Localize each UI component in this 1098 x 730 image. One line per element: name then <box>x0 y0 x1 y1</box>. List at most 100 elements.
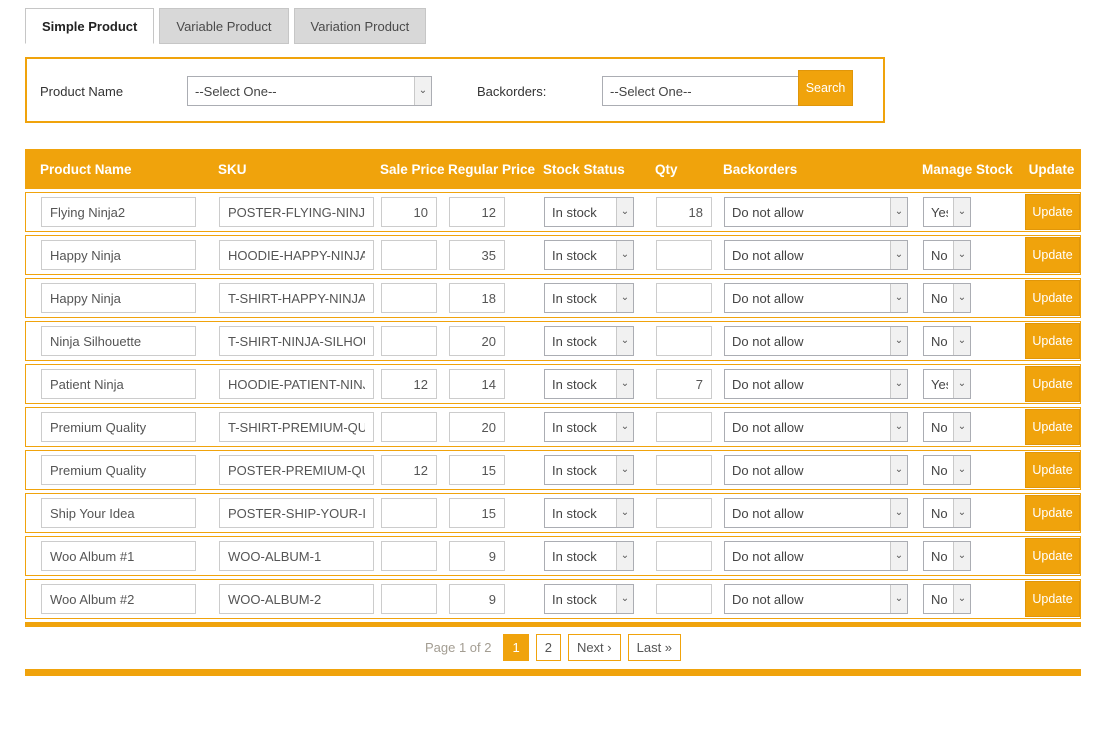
manage-stock-select[interactable]: Yes <box>923 197 971 227</box>
backorders-select[interactable]: Do not allow <box>724 498 908 528</box>
sale-price-input[interactable] <box>381 498 437 528</box>
product-name-input[interactable] <box>41 455 196 485</box>
qty-input[interactable] <box>656 455 712 485</box>
next-page-button[interactable]: Next › <box>567 634 621 661</box>
update-button[interactable]: Update <box>1025 495 1080 531</box>
sale-price-input[interactable] <box>381 283 437 313</box>
tab-variable-product[interactable]: Variable Product <box>159 8 289 44</box>
manage-stock-select[interactable]: No <box>923 541 971 571</box>
stock-status-select[interactable]: In stock <box>544 541 634 571</box>
sale-price-input[interactable] <box>381 197 437 227</box>
sale-price-input[interactable] <box>381 369 437 399</box>
product-name-input[interactable] <box>41 498 196 528</box>
update-button[interactable]: Update <box>1025 280 1080 316</box>
sku-input[interactable] <box>219 283 374 313</box>
update-button[interactable]: Update <box>1025 452 1080 488</box>
qty-input[interactable] <box>656 197 712 227</box>
product-name-input[interactable] <box>41 369 196 399</box>
search-button[interactable]: Search <box>798 70 853 106</box>
qty-input[interactable] <box>656 369 712 399</box>
qty-input[interactable] <box>656 240 712 270</box>
qty-input[interactable] <box>656 541 712 571</box>
sku-input[interactable] <box>219 455 374 485</box>
manage-stock-select[interactable]: No <box>923 326 971 356</box>
stock-status-select[interactable]: In stock <box>544 197 634 227</box>
qty-input[interactable] <box>656 283 712 313</box>
manage-stock-select[interactable]: No <box>923 240 971 270</box>
update-button[interactable]: Update <box>1025 538 1080 574</box>
sale-price-input[interactable] <box>381 455 437 485</box>
regular-price-input[interactable] <box>449 541 505 571</box>
tab-simple-product[interactable]: Simple Product <box>25 8 155 44</box>
update-button[interactable]: Update <box>1025 237 1080 273</box>
stock-status-select[interactable]: In stock <box>544 369 634 399</box>
sku-input[interactable] <box>219 240 374 270</box>
sale-price-input[interactable] <box>381 412 437 442</box>
sku-input[interactable] <box>219 326 374 356</box>
product-name-input[interactable] <box>41 541 196 571</box>
product-name-input[interactable] <box>41 412 196 442</box>
sku-input[interactable] <box>219 498 374 528</box>
sale-price-input[interactable] <box>381 541 437 571</box>
header-sku: SKU <box>218 161 247 177</box>
backorders-select[interactable]: Do not allow <box>724 240 908 270</box>
stock-status-select[interactable]: In stock <box>544 240 634 270</box>
sku-input[interactable] <box>219 369 374 399</box>
sale-price-input[interactable] <box>381 326 437 356</box>
sale-price-input[interactable] <box>381 240 437 270</box>
product-name-input[interactable] <box>41 283 196 313</box>
manage-stock-select[interactable]: No <box>923 584 971 614</box>
backorders-select[interactable]: Do not allow <box>724 584 908 614</box>
regular-price-input[interactable] <box>449 240 505 270</box>
backorders-select[interactable]: Do not allow <box>724 412 908 442</box>
stock-status-select[interactable]: In stock <box>544 326 634 356</box>
backorders-select[interactable]: Do not allow <box>724 326 908 356</box>
update-button[interactable]: Update <box>1025 323 1080 359</box>
regular-price-input[interactable] <box>449 455 505 485</box>
regular-price-input[interactable] <box>449 283 505 313</box>
regular-price-input[interactable] <box>449 197 505 227</box>
sku-input[interactable] <box>219 584 374 614</box>
backorders-select[interactable]: Do not allow <box>724 455 908 485</box>
qty-input[interactable] <box>656 498 712 528</box>
tab-variation-product[interactable]: Variation Product <box>293 8 427 44</box>
update-button[interactable]: Update <box>1025 409 1080 445</box>
regular-price-input[interactable] <box>449 412 505 442</box>
backorders-select[interactable]: Do not allow <box>724 541 908 571</box>
stock-status-select[interactable]: In stock <box>544 498 634 528</box>
sale-price-input[interactable] <box>381 584 437 614</box>
qty-input[interactable] <box>656 584 712 614</box>
stock-status-select[interactable]: In stock <box>544 412 634 442</box>
product-name-input[interactable] <box>41 197 196 227</box>
last-page-button[interactable]: Last » <box>627 634 682 661</box>
regular-price-input[interactable] <box>449 326 505 356</box>
product-name-input[interactable] <box>41 240 196 270</box>
qty-input[interactable] <box>656 326 712 356</box>
stock-status-select[interactable]: In stock <box>544 455 634 485</box>
manage-stock-select[interactable]: Yes <box>923 369 971 399</box>
stock-status-select[interactable]: In stock <box>544 584 634 614</box>
page-button-1[interactable]: 1 <box>503 634 529 661</box>
manage-stock-select[interactable]: No <box>923 455 971 485</box>
backorders-select[interactable]: Do not allow <box>724 369 908 399</box>
update-button[interactable]: Update <box>1025 581 1080 617</box>
manage-stock-select[interactable]: No <box>923 412 971 442</box>
product-name-input[interactable] <box>41 326 196 356</box>
manage-stock-select[interactable]: No <box>923 283 971 313</box>
page-button-2[interactable]: 2 <box>535 634 561 661</box>
stock-status-select[interactable]: In stock <box>544 283 634 313</box>
manage-stock-select[interactable]: No <box>923 498 971 528</box>
update-button[interactable]: Update <box>1025 194 1080 230</box>
regular-price-input[interactable] <box>449 498 505 528</box>
sku-input[interactable] <box>219 197 374 227</box>
backorders-select[interactable]: Do not allow <box>724 283 908 313</box>
product-name-input[interactable] <box>41 584 196 614</box>
backorders-select[interactable]: Do not allow <box>724 197 908 227</box>
sku-input[interactable] <box>219 541 374 571</box>
sku-input[interactable] <box>219 412 374 442</box>
regular-price-input[interactable] <box>449 584 505 614</box>
regular-price-input[interactable] <box>449 369 505 399</box>
update-button[interactable]: Update <box>1025 366 1080 402</box>
qty-input[interactable] <box>656 412 712 442</box>
product-name-filter-select[interactable]: --Select One-- <box>187 76 432 106</box>
